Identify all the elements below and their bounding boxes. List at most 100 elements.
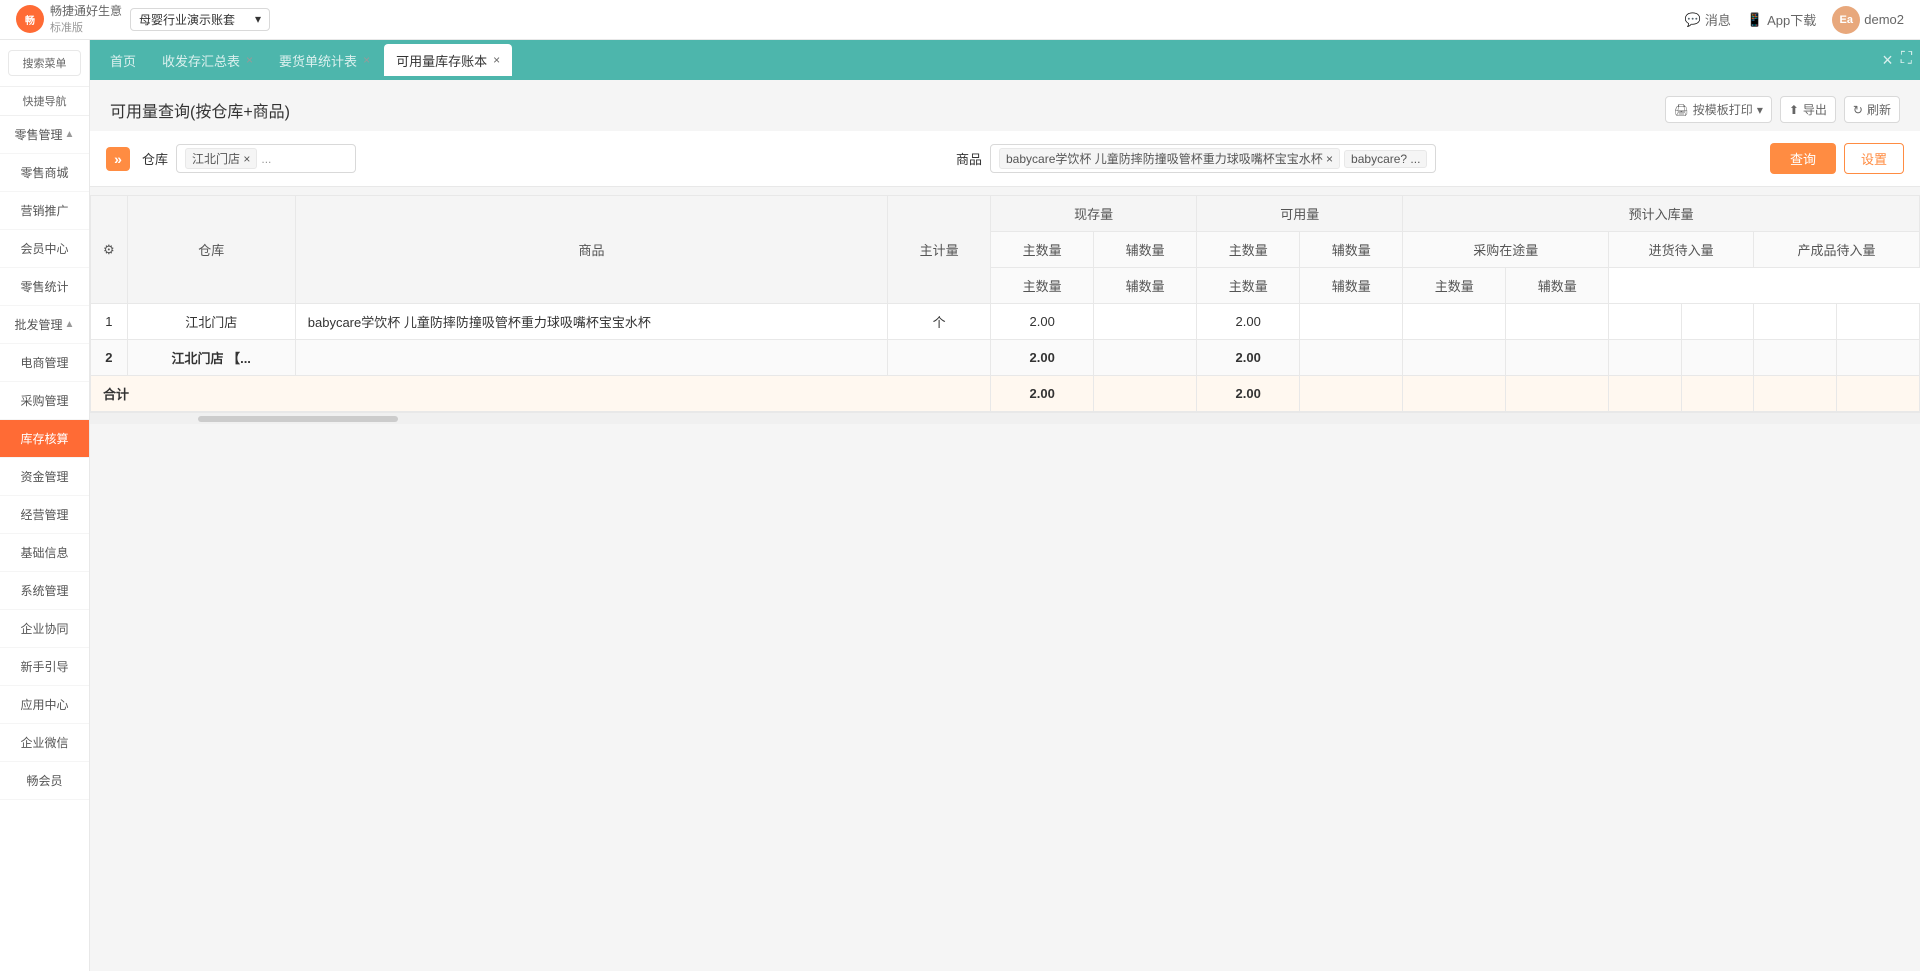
expand-icon[interactable]: ⛶: [1901, 50, 1912, 71]
export-btn[interactable]: ⬆ 导出: [1780, 96, 1836, 123]
table-container: ⚙ 仓库 商品 主计量 现存量 可用量 预计入库量 主数量 辅数量 主数量: [90, 195, 1920, 412]
user-profile[interactable]: Ea demo2: [1832, 6, 1904, 34]
sidebar-item-retail-stats[interactable]: 零售统计: [0, 268, 89, 306]
sidebar-item-label: 库存核算: [20, 430, 68, 447]
th-pt-main: 主数量: [991, 268, 1094, 304]
row-inc-aux: [1681, 304, 1753, 340]
sidebar-item-basic[interactable]: 基础信息: [0, 534, 89, 572]
th-stock-main: 主数量: [991, 232, 1094, 268]
tab-label: 收发存汇总表: [162, 51, 240, 70]
sidebar-item-wholesale[interactable]: 批发管理 ▲: [0, 306, 89, 344]
th-planned-inbound: 预计入库量: [1403, 196, 1920, 232]
user-name: demo2: [1864, 12, 1904, 27]
th-warehouse: 仓库: [127, 196, 295, 304]
th-avail-main: 主数量: [1197, 232, 1300, 268]
quick-nav-btn[interactable]: 快捷导航: [0, 87, 89, 116]
app-download-btn[interactable]: 📱 App下载: [1747, 10, 1816, 29]
tab-order-stats[interactable]: 要货单统计表 ×: [267, 44, 382, 76]
sidebar-item-member[interactable]: 会员中心: [0, 230, 89, 268]
sidebar-item-system[interactable]: 系统管理: [0, 572, 89, 610]
horizontal-scrollbar[interactable]: [90, 412, 1920, 424]
row-inc-main: [1609, 340, 1681, 376]
message-btn[interactable]: 💬 消息: [1685, 10, 1731, 29]
search-menu-btn[interactable]: 搜索菜单: [8, 50, 81, 76]
row-stock-main: 2.00: [991, 304, 1094, 340]
sidebar: 搜索菜单 快捷导航 零售管理 ▲ 零售商城 营销推广 会员中心 零售统计 批发管…: [0, 40, 90, 971]
brand-name: 畅捷通好生意: [50, 4, 122, 18]
top-bar: 畅 畅捷通好生意 标准版 母婴行业演示账套 ▾ 💬 消息 📱 App下载 Ea …: [0, 0, 1920, 40]
content-area: 首页 收发存汇总表 × 要货单统计表 × 可用量库存账本 × × ⛶ 可用量查询…: [90, 40, 1920, 971]
sidebar-item-retail-mgmt[interactable]: 零售管理 ▲: [0, 116, 89, 154]
sidebar-item-enterprise[interactable]: 企业协同: [0, 610, 89, 648]
warehouse-label: 仓库: [142, 149, 168, 168]
sidebar-item-label: 电商管理: [20, 354, 68, 371]
warehouse-filter[interactable]: 江北门店 × ...: [176, 144, 356, 173]
page-title: 可用量查询(按仓库+商品): [110, 98, 290, 122]
sidebar-item-vip[interactable]: 畅会员: [0, 762, 89, 800]
settings-button[interactable]: 设置: [1844, 143, 1904, 174]
table-footer-row: 合计 2.00 2.00: [91, 376, 1920, 412]
row-fin-main: [1754, 340, 1837, 376]
th-settings: ⚙: [91, 196, 128, 304]
sidebar-item-ecommerce[interactable]: 电商管理: [0, 344, 89, 382]
tab-home[interactable]: 首页: [98, 44, 148, 76]
product-tag-2: babycare? ...: [1344, 150, 1427, 168]
row-stock-aux: [1094, 340, 1197, 376]
industry-selector[interactable]: 母婴行业演示账套 ▾: [130, 8, 270, 31]
product-label: 商品: [956, 149, 982, 168]
close-icon[interactable]: ×: [363, 54, 370, 66]
page-header-actions: 🖨 按模板打印 ▾ ⬆ 导出 ↻ 刷新: [1665, 96, 1900, 123]
sidebar-item-marketing[interactable]: 营销推广: [0, 192, 89, 230]
product-filter[interactable]: babycare学饮杯 儿童防摔防撞吸管杯重力球吸嘴杯宝宝水杯 × babyca…: [990, 144, 1436, 173]
row-pt-aux: [1506, 340, 1609, 376]
brand-label: 标准版: [50, 19, 122, 35]
print-btn[interactable]: 🖨 按模板打印 ▾: [1665, 96, 1772, 123]
sidebar-item-label: 资金管理: [20, 468, 68, 485]
row-fin-main: [1754, 304, 1837, 340]
chevron-icon: ▲: [65, 319, 75, 330]
industry-name: 母婴行业演示账套: [139, 11, 235, 28]
tab-available-stock[interactable]: 可用量库存账本 ×: [384, 44, 512, 76]
tag-text: 江北门店 ×: [192, 150, 250, 167]
sidebar-item-appstore[interactable]: 应用中心: [0, 686, 89, 724]
sidebar-item-newbie[interactable]: 新手引导: [0, 648, 89, 686]
close-all-icon[interactable]: ×: [1882, 50, 1893, 71]
row-fin-aux: [1836, 340, 1919, 376]
th-fin-main: 主数量: [1403, 268, 1506, 304]
th-incoming: 进货待入量: [1609, 232, 1754, 268]
row-warehouse: 江北门店: [127, 304, 295, 340]
brand-icon: 畅: [16, 5, 44, 33]
th-inc-main: 主数量: [1197, 268, 1300, 304]
sidebar-item-finance[interactable]: 资金管理: [0, 458, 89, 496]
close-icon[interactable]: ×: [246, 54, 253, 66]
more-indicator[interactable]: ...: [261, 152, 271, 166]
table-row: 2 江北门店 【... 2.00 2.00: [91, 340, 1920, 376]
sidebar-item-wechat[interactable]: 企业微信: [0, 724, 89, 762]
th-unit: 主计量: [888, 196, 991, 304]
sidebar-item-inventory[interactable]: 库存核算: [0, 420, 89, 458]
tab-label: 可用量库存账本: [396, 51, 487, 70]
brand-logo: 畅 畅捷通好生意 标准版: [16, 4, 122, 34]
footer-fin-main: [1754, 376, 1837, 412]
tab-receivable[interactable]: 收发存汇总表 ×: [150, 44, 265, 76]
th-avail-aux: 辅数量: [1300, 232, 1403, 268]
filter-area: » 仓库 江北门店 × ... 商品 babycare学饮杯 儿童防摔防撞吸管杯…: [90, 131, 1920, 187]
query-button[interactable]: 查询: [1770, 143, 1836, 174]
footer-label: 合计: [91, 376, 991, 412]
sidebar-item-label: 采购管理: [20, 392, 68, 409]
refresh-btn[interactable]: ↻ 刷新: [1844, 96, 1900, 123]
footer-inc-aux: [1681, 376, 1753, 412]
sidebar-item-purchase[interactable]: 采购管理: [0, 382, 89, 420]
footer-stock-main: 2.00: [991, 376, 1094, 412]
filter-expand-btn[interactable]: »: [106, 147, 130, 171]
row-stock-main: 2.00: [991, 340, 1094, 376]
tab-actions: × ⛶: [1882, 50, 1912, 71]
sidebar-item-label: 零售商城: [20, 164, 68, 181]
sidebar-item-operations[interactable]: 经营管理: [0, 496, 89, 534]
scrollbar-thumb[interactable]: [198, 416, 398, 422]
close-icon[interactable]: ×: [493, 54, 500, 66]
export-icon: ⬆: [1789, 103, 1799, 117]
tag-text: babycare? ...: [1351, 152, 1420, 166]
footer-stock-aux: [1094, 376, 1197, 412]
sidebar-item-retail-mall[interactable]: 零售商城: [0, 154, 89, 192]
